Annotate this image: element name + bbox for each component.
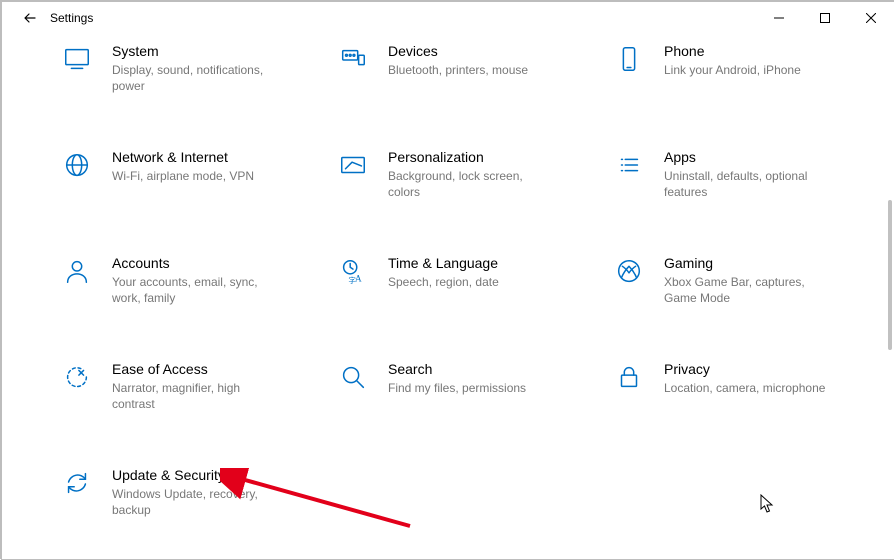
tile-title: Privacy [664, 360, 866, 378]
scrollbar-thumb[interactable] [888, 200, 892, 350]
phone-icon [612, 42, 646, 98]
svg-text:A: A [355, 274, 362, 284]
tile-desc: Bluetooth, printers, mouse [388, 62, 558, 78]
tile-desc: Xbox Game Bar, captures, Game Mode [664, 274, 834, 306]
tile-desc: Your accounts, email, sync, work, family [112, 274, 282, 306]
close-button[interactable] [848, 2, 894, 34]
accounts-icon [60, 254, 94, 310]
tile-desc: Speech, region, date [388, 274, 558, 290]
tile-desc: Find my files, permissions [388, 380, 558, 396]
tile-title: Accounts [112, 254, 314, 272]
tile-privacy[interactable]: Privacy Location, camera, microphone [612, 360, 876, 416]
tile-desc: Location, camera, microphone [664, 380, 834, 396]
ease-of-access-icon [60, 360, 94, 416]
tile-desc: Display, sound, notifications, power [112, 62, 282, 94]
tile-update-security[interactable]: Update & Security Windows Update, recove… [60, 466, 324, 522]
maximize-button[interactable] [802, 2, 848, 34]
gaming-icon [612, 254, 646, 310]
tile-personalization[interactable]: Personalization Background, lock screen,… [336, 148, 600, 204]
tile-apps[interactable]: Apps Uninstall, defaults, optional featu… [612, 148, 876, 204]
tile-devices[interactable]: Devices Bluetooth, printers, mouse [336, 42, 600, 98]
tile-title: Ease of Access [112, 360, 314, 378]
tile-ease-of-access[interactable]: Ease of Access Narrator, magnifier, high… [60, 360, 324, 416]
tile-title: Apps [664, 148, 866, 166]
apps-icon [612, 148, 646, 204]
tile-desc: Wi-Fi, airplane mode, VPN [112, 168, 282, 184]
tile-desc: Uninstall, defaults, optional features [664, 168, 834, 200]
system-icon [60, 42, 94, 98]
back-button[interactable] [14, 10, 46, 26]
tile-gaming[interactable]: Gaming Xbox Game Bar, captures, Game Mod… [612, 254, 876, 310]
tile-title: Personalization [388, 148, 590, 166]
privacy-icon [612, 360, 646, 416]
tile-phone[interactable]: Phone Link your Android, iPhone [612, 42, 876, 98]
tile-system[interactable]: System Display, sound, notifications, po… [60, 42, 324, 98]
tile-title: Search [388, 360, 590, 378]
personalization-icon [336, 148, 370, 204]
window-title: Settings [50, 11, 93, 25]
devices-icon [336, 42, 370, 98]
tile-desc: Narrator, magnifier, high contrast [112, 380, 282, 412]
tile-title: Network & Internet [112, 148, 314, 166]
svg-text:字: 字 [348, 275, 356, 285]
tile-title: Devices [388, 42, 590, 60]
search-icon [336, 360, 370, 416]
tile-accounts[interactable]: Accounts Your accounts, email, sync, wor… [60, 254, 324, 310]
tile-title: Phone [664, 42, 866, 60]
tile-title: Time & Language [388, 254, 590, 272]
tile-desc: Background, lock screen, colors [388, 168, 558, 200]
time-language-icon: A字 [336, 254, 370, 310]
update-security-icon [60, 466, 94, 522]
tile-desc: Link your Android, iPhone [664, 62, 834, 78]
tile-title: System [112, 42, 314, 60]
tile-title: Gaming [664, 254, 866, 272]
tile-desc: Windows Update, recovery, backup [112, 486, 282, 518]
globe-icon [60, 148, 94, 204]
tile-network[interactable]: Network & Internet Wi-Fi, airplane mode,… [60, 148, 324, 204]
minimize-button[interactable] [756, 2, 802, 34]
tile-time-language[interactable]: A字 Time & Language Speech, region, date [336, 254, 600, 310]
tile-search[interactable]: Search Find my files, permissions [336, 360, 600, 416]
tile-title: Update & Security [112, 466, 314, 484]
